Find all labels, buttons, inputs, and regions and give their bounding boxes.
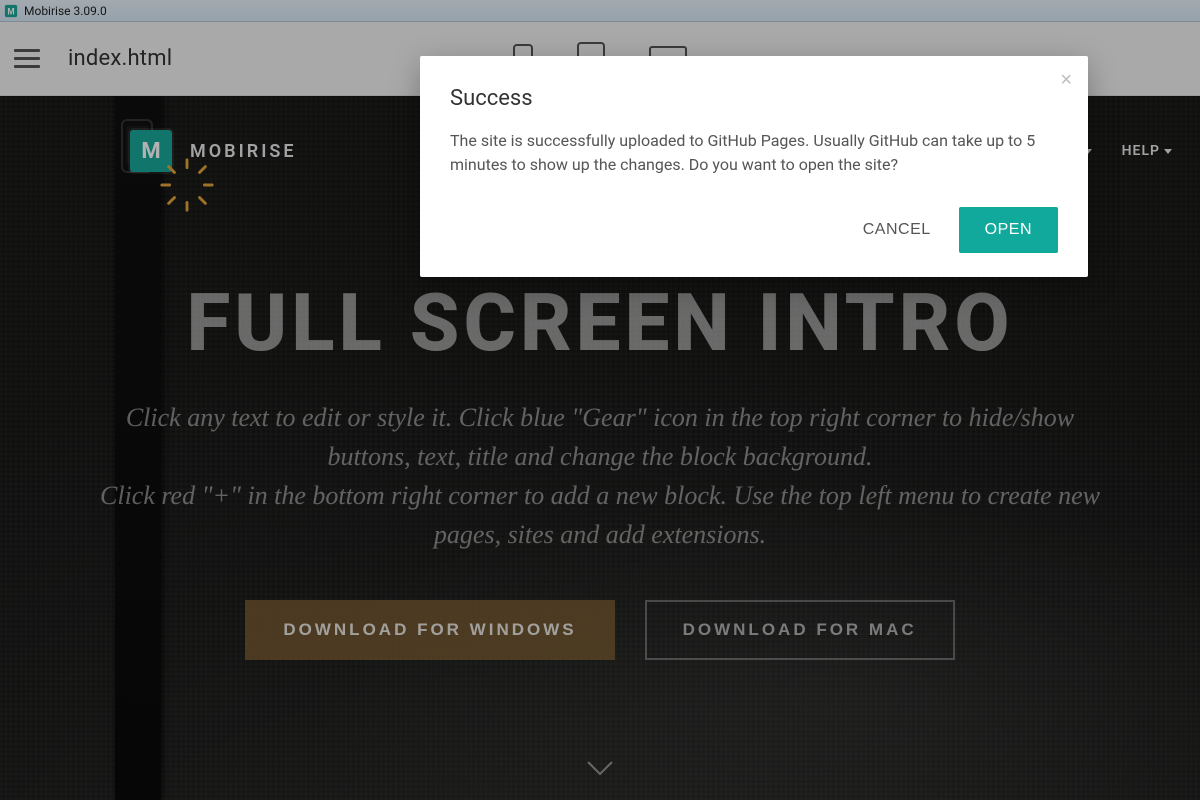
open-button[interactable]: OPEN bbox=[959, 207, 1058, 253]
dialog-title: Success bbox=[450, 86, 1058, 111]
dialog-body: The site is successfully uploaded to Git… bbox=[450, 129, 1058, 177]
cancel-button[interactable]: CANCEL bbox=[857, 209, 937, 251]
close-button[interactable]: × bbox=[1060, 70, 1072, 90]
success-dialog: × Success The site is successfully uploa… bbox=[420, 56, 1088, 277]
dialog-actions: CANCEL OPEN bbox=[450, 207, 1058, 253]
